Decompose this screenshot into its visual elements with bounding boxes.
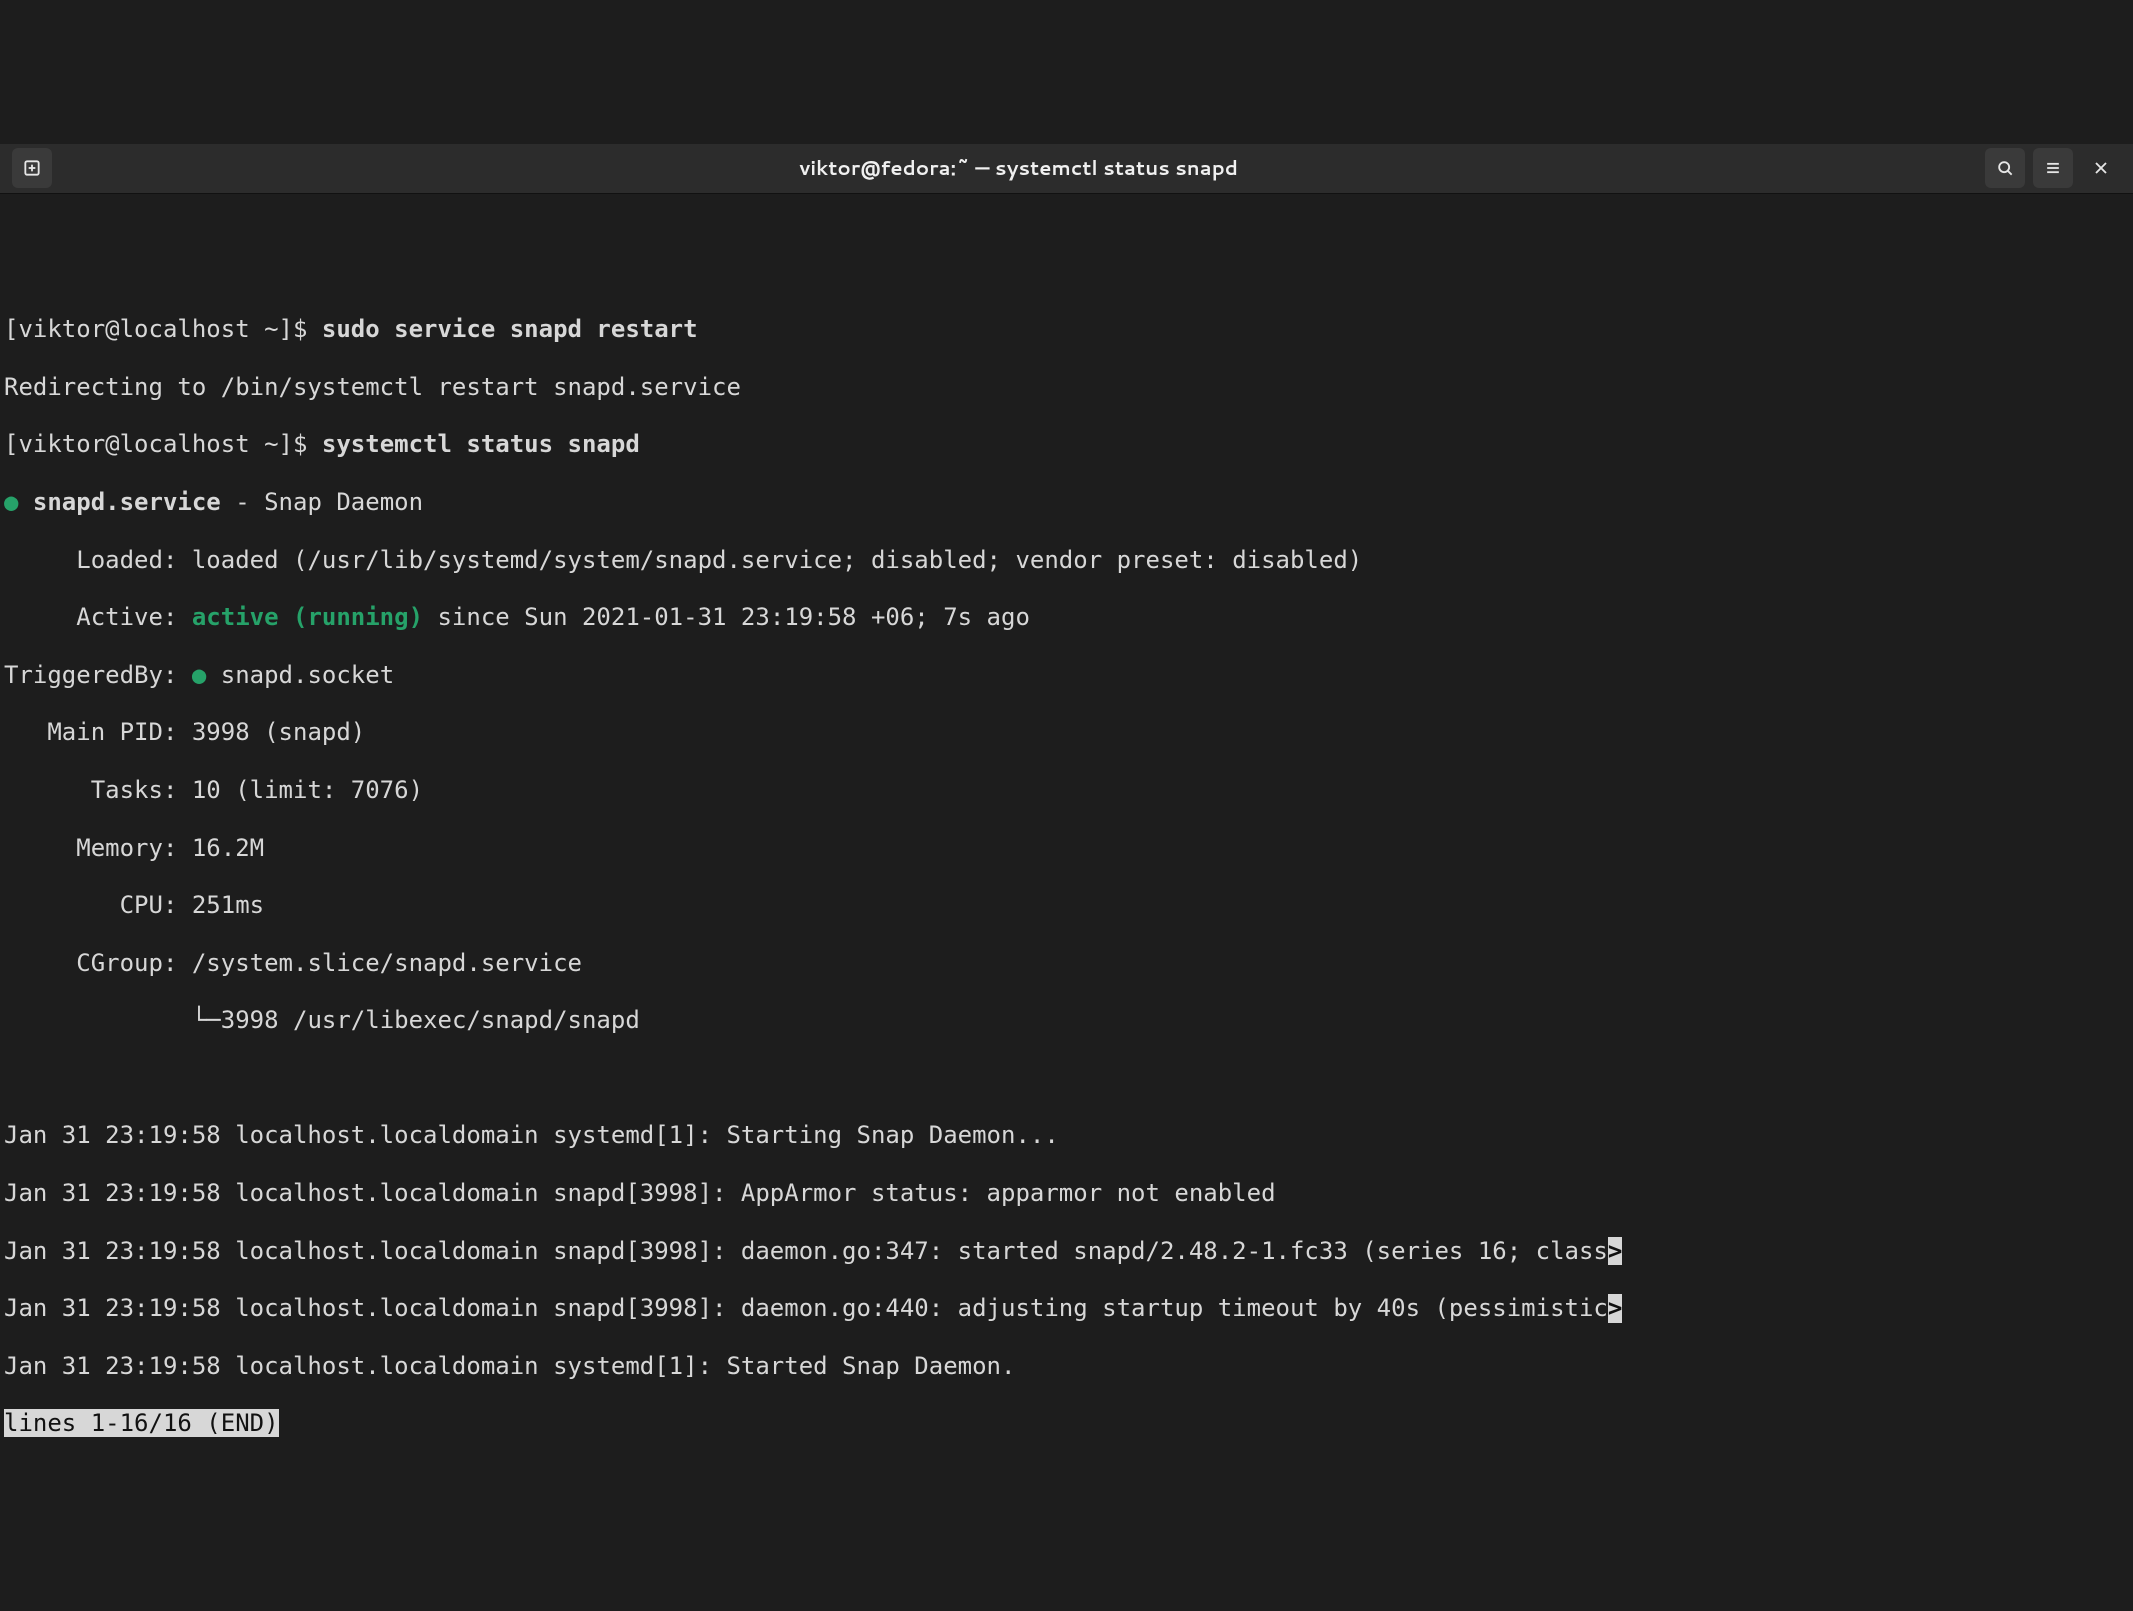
terminal-line: Tasks: 10 (limit: 7076): [4, 776, 2129, 805]
line-truncated-icon: >: [1608, 1294, 1622, 1323]
tasks-label: Tasks:: [4, 776, 192, 804]
log-line: Jan 31 23:19:58 localhost.localdomain sn…: [4, 1179, 2129, 1208]
triggered-label: TriggeredBy:: [4, 661, 192, 689]
terminal-line: └─3998 /usr/libexec/snapd/snapd: [4, 1006, 2129, 1035]
window-title: viktor@fedora:~ — systemctl status snapd: [56, 156, 1981, 180]
loaded-value: loaded (/usr/lib/systemd/system/snapd.se…: [192, 546, 1362, 574]
hamburger-icon: [2043, 158, 2063, 178]
status-dot-icon: ●: [192, 661, 206, 689]
shell-prompt: [viktor@localhost ~]$: [4, 430, 322, 458]
titlebar-right-controls: [1981, 148, 2125, 188]
cpu-label: CPU:: [4, 891, 192, 919]
search-button[interactable]: [1985, 148, 2025, 188]
close-button[interactable]: [2081, 148, 2121, 188]
terminal-line: Main PID: 3998 (snapd): [4, 718, 2129, 747]
terminal-line: Redirecting to /bin/systemctl restart sn…: [4, 373, 2129, 402]
active-status: active (running): [192, 603, 423, 631]
terminal-line: [viktor@localhost ~]$ sudo service snapd…: [4, 315, 2129, 344]
terminal-line: [4, 1064, 2129, 1093]
window-titlebar: viktor@fedora:~ — systemctl status snapd: [0, 144, 2133, 194]
terminal-line: Loaded: loaded (/usr/lib/systemd/system/…: [4, 546, 2129, 575]
search-icon: [1995, 158, 2015, 178]
log-line: Jan 31 23:19:58 localhost.localdomain sn…: [4, 1237, 2129, 1266]
close-icon: [2091, 158, 2111, 178]
line-truncated-icon: >: [1608, 1237, 1622, 1266]
new-tab-button[interactable]: [12, 148, 52, 188]
terminal-line: TriggeredBy: ● snapd.socket: [4, 661, 2129, 690]
tasks-value: 10 (limit: 7076): [192, 776, 423, 804]
status-dot-icon: ●: [4, 488, 18, 516]
unit-name: snapd.service: [33, 488, 221, 516]
cgroup-tree: └─: [4, 1006, 221, 1034]
cgroup-proc: 3998 /usr/libexec/snapd/snapd: [221, 1006, 640, 1034]
log-line: Jan 31 23:19:58 localhost.localdomain sy…: [4, 1352, 2129, 1381]
log-text: Jan 31 23:19:58 localhost.localdomain sn…: [4, 1294, 1608, 1322]
memory-label: Memory:: [4, 834, 192, 862]
mainpid-label: Main PID:: [4, 718, 192, 746]
terminal-line: [viktor@localhost ~]$ systemctl status s…: [4, 430, 2129, 459]
unit-desc: - Snap Daemon: [221, 488, 423, 516]
menu-button[interactable]: [2033, 148, 2073, 188]
new-tab-icon: [22, 158, 42, 178]
log-line: Jan 31 23:19:58 localhost.localdomain sy…: [4, 1121, 2129, 1150]
active-label: Active:: [4, 603, 192, 631]
pager-status-line: lines 1-16/16 (END): [4, 1409, 2129, 1438]
cpu-value: 251ms: [192, 891, 264, 919]
log-text: Jan 31 23:19:58 localhost.localdomain sn…: [4, 1237, 1608, 1265]
active-rest: since Sun 2021-01-31 23:19:58 +06; 7s ag…: [423, 603, 1030, 631]
pager-status: lines 1-16/16 (END): [4, 1409, 279, 1437]
terminal-line: Active: active (running) since Sun 2021-…: [4, 603, 2129, 632]
command: systemctl status snapd: [322, 430, 640, 458]
terminal-output[interactable]: [viktor@localhost ~]$ sudo service snapd…: [0, 280, 2133, 1467]
mainpid-value: 3998 (snapd): [192, 718, 365, 746]
triggered-value: snapd.socket: [206, 661, 394, 689]
loaded-label: Loaded:: [4, 546, 192, 574]
log-line: Jan 31 23:19:58 localhost.localdomain sn…: [4, 1294, 2129, 1323]
terminal-line: CGroup: /system.slice/snapd.service: [4, 949, 2129, 978]
terminal-line: ● snapd.service - Snap Daemon: [4, 488, 2129, 517]
shell-prompt: [viktor@localhost ~]$: [4, 315, 322, 343]
memory-value: 16.2M: [192, 834, 264, 862]
cgroup-label: CGroup:: [4, 949, 192, 977]
command: sudo service snapd restart: [322, 315, 698, 343]
terminal-line: CPU: 251ms: [4, 891, 2129, 920]
cgroup-value: /system.slice/snapd.service: [192, 949, 582, 977]
